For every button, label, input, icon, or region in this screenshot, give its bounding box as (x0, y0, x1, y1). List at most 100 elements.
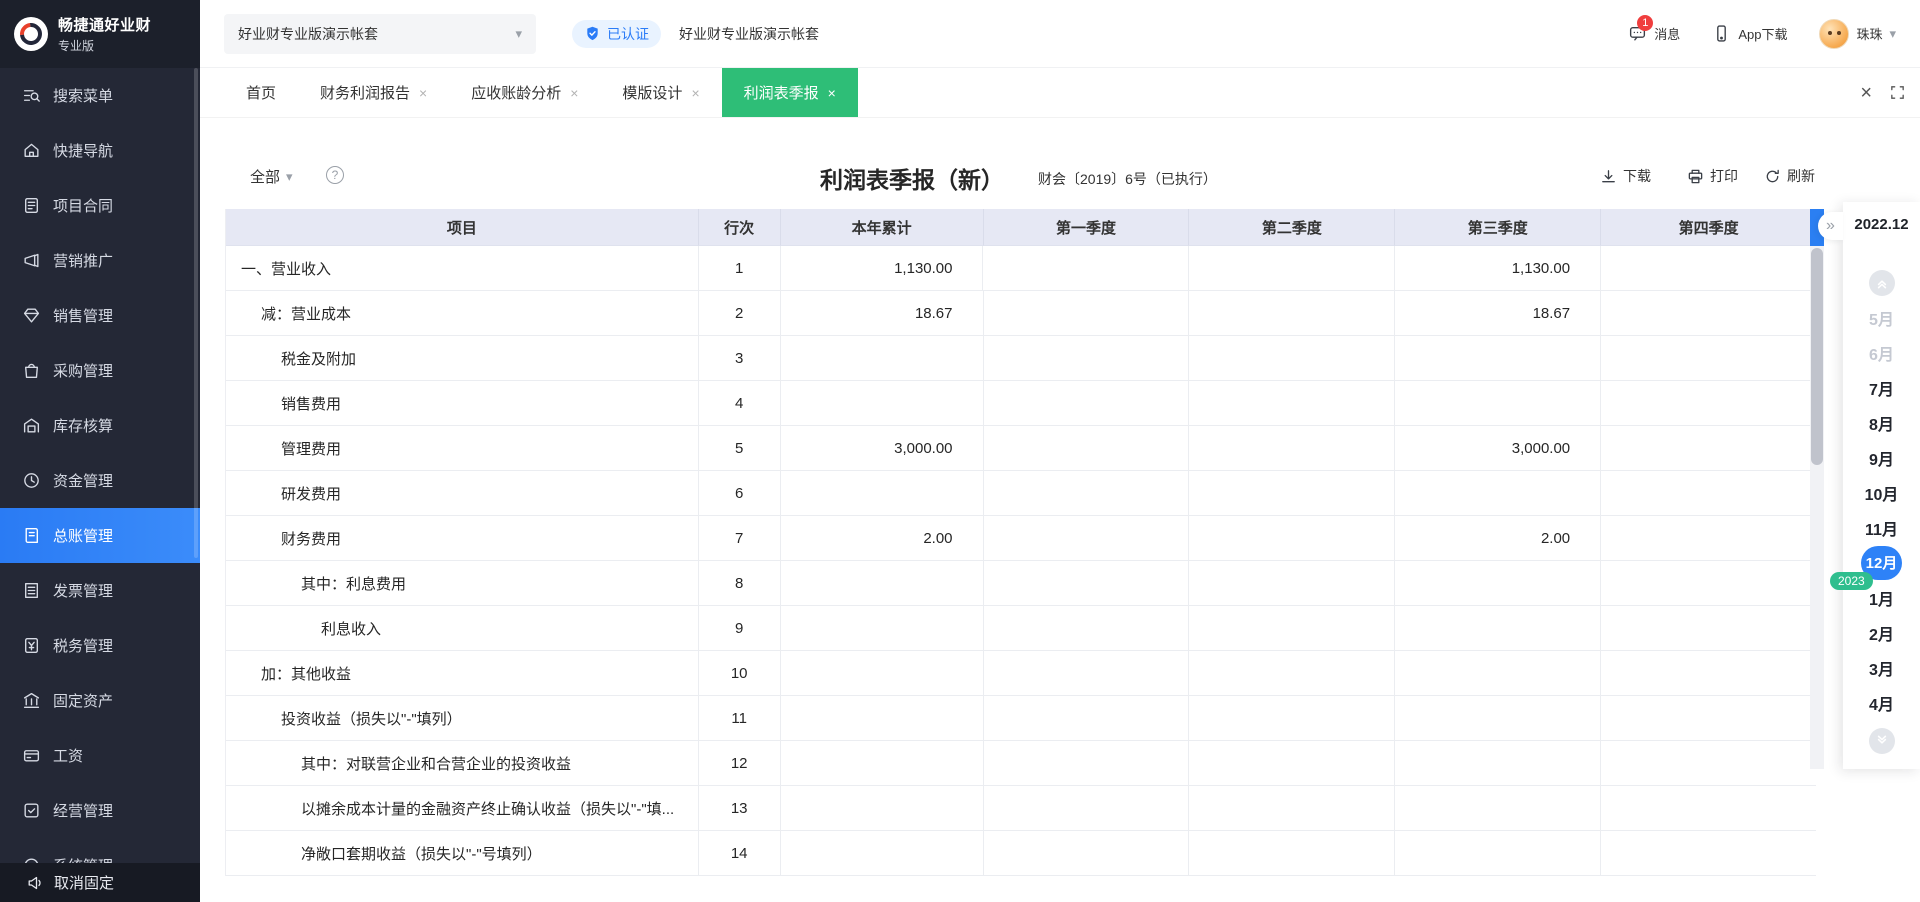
messages-button[interactable]: 1 消息 (1628, 15, 1681, 43)
table-row[interactable]: 税金及附加 3 (226, 336, 1816, 381)
sidebar-item-sales[interactable]: 销售管理 (0, 288, 200, 343)
tab-receivables-aging[interactable]: 应收账龄分析 × (449, 68, 600, 117)
close-icon[interactable]: × (1860, 68, 1872, 118)
cell-q3 (1395, 696, 1602, 740)
sidebar-item-funds[interactable]: 资金管理 (0, 453, 200, 508)
cell-q4 (1601, 336, 1816, 380)
month-item[interactable]: 4月 (1843, 685, 1920, 720)
help-icon[interactable]: ? (326, 166, 344, 184)
tab-home[interactable]: 首页 (224, 68, 298, 117)
table-row[interactable]: 一、营业收入 1 1,130.00 1,130.00 (226, 246, 1816, 291)
sidebar-item-project-contract[interactable]: 项目合同 (0, 178, 200, 233)
cell-ytd (781, 651, 984, 695)
month-item[interactable]: 10月 (1843, 475, 1920, 510)
cell-q3 (1395, 561, 1602, 605)
cell-line-no: 2 (699, 291, 781, 335)
sidebar-item-tax[interactable]: 税务管理 (0, 618, 200, 673)
app-download-button[interactable]: App下载 (1712, 24, 1787, 43)
app-logo: 畅捷通好业财 专业版 (0, 0, 200, 68)
table-row[interactable]: 投资收益（损失以"-"填列） 11 (226, 696, 1816, 741)
table-row[interactable]: 利息收入 9 (226, 606, 1816, 651)
refresh-button[interactable]: 刷新 (1764, 166, 1815, 186)
report-title: 利润表季报（新） (820, 167, 1004, 193)
search-icon (23, 90, 40, 102)
user-menu[interactable]: 珠珠 ▾ (1819, 18, 1896, 49)
month-item[interactable]: 3月 (1843, 650, 1920, 685)
header-q4: 第四季度 (1601, 209, 1817, 246)
cell-q1 (984, 471, 1190, 515)
tab-profit-quarterly[interactable]: 利润表季报 × (721, 68, 858, 117)
table-row[interactable]: 管理费用 5 3,000.00 3,000.00 (226, 426, 1816, 471)
close-tab-icon[interactable]: × (570, 85, 578, 101)
sidebar-item-marketing[interactable]: 营销推广 (0, 233, 200, 288)
cell-item-name: 研发费用 (226, 471, 699, 515)
month-item[interactable]: 8月 (1843, 405, 1920, 440)
sidebar-item-invoice[interactable]: 发票管理 (0, 563, 200, 618)
cell-q3 (1395, 381, 1602, 425)
cell-q2 (1189, 471, 1396, 515)
top-bar: 好业财专业版演示帐套 ▾ 已认证 好业财专业版演示帐套 1 消息 App下载 珠… (200, 0, 1920, 68)
cell-q2 (1189, 606, 1396, 650)
cell-q2 (1189, 246, 1396, 290)
tab-template-design[interactable]: 模版设计 × (600, 68, 721, 117)
table-row[interactable]: 加：其他收益 10 (226, 651, 1816, 696)
cell-item-name: 以摊余成本计量的金融资产终止确认收益（损失以"-"填... (226, 786, 699, 830)
month-item[interactable]: 9月 (1843, 440, 1920, 475)
month-item[interactable]: 7月 (1843, 370, 1920, 405)
main-content: 全部 ▾ ? 利润表季报（新） 财会〔2019〕6号（已执行） 下载 打印 刷新… (200, 118, 1920, 902)
collapse-panel-icon[interactable]: » (1818, 212, 1843, 240)
month-item[interactable]: 6月 (1843, 335, 1920, 370)
cell-item-name: 财务费用 (226, 516, 699, 560)
speaker-icon (28, 876, 41, 889)
close-tab-icon[interactable]: × (419, 85, 427, 101)
sidebar-item-quick-nav[interactable]: 快捷导航 (0, 123, 200, 178)
fullscreen-icon[interactable] (1889, 84, 1906, 106)
sidebar-item-inventory[interactable]: 库存核算 (0, 398, 200, 453)
cell-line-no: 3 (699, 336, 781, 380)
chevron-down-icon: ▾ (515, 25, 522, 41)
table-row[interactable]: 减：营业成本 2 18.67 18.67 (226, 291, 1816, 336)
close-tab-icon[interactable]: × (828, 85, 836, 101)
download-button[interactable]: 下载 (1600, 166, 1651, 186)
sidebar-item-business-mgmt[interactable]: 经营管理 (0, 783, 200, 838)
table-row[interactable]: 研发费用 6 (226, 471, 1816, 516)
cell-q4 (1601, 246, 1816, 290)
sidebar-item-salary[interactable]: 工资 (0, 728, 200, 783)
unpin-button[interactable]: 取消固定 (0, 863, 200, 902)
sidebar-item-search-menu[interactable]: 搜索菜单 (0, 68, 200, 123)
scroll-up-icon[interactable] (1868, 270, 1895, 296)
scroll-down-icon[interactable] (1868, 728, 1895, 754)
clock-icon (24, 473, 39, 488)
brand-edition: 专业版 (58, 39, 95, 53)
table-body: 一、营业收入 1 1,130.00 1,130.00 减：营业成本 2 18.6… (226, 246, 1816, 876)
account-selector[interactable]: 好业财专业版演示帐套 ▾ (224, 13, 536, 54)
certified-badge: 已认证 (572, 19, 661, 48)
scope-filter-dropdown[interactable]: 全部 ▾ (250, 166, 293, 187)
month-item[interactable]: 5月 (1843, 300, 1920, 335)
sidebar-item-purchase[interactable]: 采购管理 (0, 343, 200, 398)
cell-q3: 18.67 (1395, 291, 1602, 335)
sidebar-scrollbar[interactable] (194, 68, 198, 558)
cell-q4 (1601, 291, 1816, 335)
month-item[interactable]: 11月 (1843, 510, 1920, 545)
table-row[interactable]: 其中：利息费用 8 (226, 561, 1816, 606)
table-row[interactable]: 财务费用 7 2.00 2.00 (226, 516, 1816, 561)
certified-label: 已认证 (607, 25, 649, 42)
close-tab-icon[interactable]: × (691, 85, 699, 101)
month-item[interactable]: 2月 (1843, 615, 1920, 650)
table-row[interactable]: 销售费用 4 (226, 381, 1816, 426)
tab-profit-report[interactable]: 财务利润报告 × (298, 68, 449, 117)
cell-q1 (984, 696, 1190, 740)
cell-line-no: 10 (699, 651, 781, 695)
cell-q4 (1601, 786, 1816, 830)
table-scrollbar[interactable] (1810, 209, 1824, 769)
header-line-no: 行次 (698, 209, 781, 246)
table-row[interactable]: 其中：对联营企业和合营企业的投资收益 12 (226, 741, 1816, 786)
sidebar-item-general-ledger[interactable]: 总账管理 (0, 508, 200, 563)
print-button[interactable]: 打印 (1687, 166, 1738, 186)
scrollbar-thumb[interactable] (1811, 248, 1823, 465)
sidebar-item-fixed-assets[interactable]: 固定资产 (0, 673, 200, 728)
messages-label: 消息 (1654, 27, 1681, 42)
table-row[interactable]: 以摊余成本计量的金融资产终止确认收益（损失以"-"填... 13 (226, 786, 1816, 831)
table-row[interactable]: 净敞口套期收益（损失以"-"号填列） 14 (226, 831, 1816, 876)
